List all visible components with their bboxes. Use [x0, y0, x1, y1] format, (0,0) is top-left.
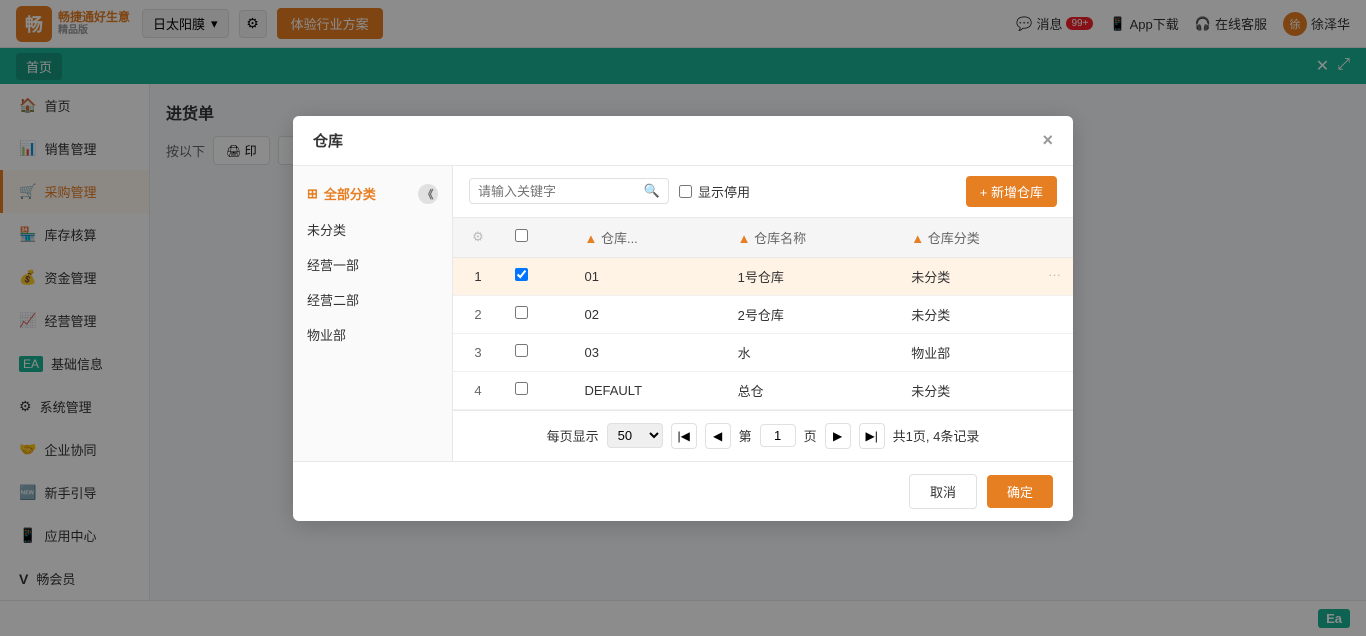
next-page-button[interactable]: ▶ — [825, 423, 851, 449]
modal-toolbar: 🔍 显示停用 + 新增仓库 — [453, 166, 1073, 218]
modal-table: ⚙ ▲ 仓库... ▲ 仓库名称 ▲ 仓库分类 1 01 — [453, 218, 1073, 410]
th-category: ▲ 仓库分类 — [899, 218, 1073, 258]
row-checkbox[interactable] — [515, 306, 528, 319]
cancel-button[interactable]: 取消 — [909, 474, 977, 509]
th-settings: ⚙ — [453, 218, 503, 258]
warehouse-modal: 仓库 × ⊞ 全部分类 《 未分类 经营一部 经营二部 物业部 — [293, 116, 1073, 521]
row-checkbox[interactable] — [515, 268, 528, 281]
page-input[interactable] — [760, 424, 796, 447]
row-check — [503, 257, 572, 295]
row-check — [503, 333, 572, 371]
modal-category-property[interactable]: 物业部 — [293, 317, 452, 352]
modal-sidebar: ⊞ 全部分类 《 未分类 经营一部 经营二部 物业部 — [293, 166, 453, 461]
modal-footer: 取消 确定 — [293, 461, 1073, 521]
modal-category-unclassified[interactable]: 未分类 — [293, 212, 452, 247]
row-name: 2号仓库 — [726, 295, 900, 333]
th-name: ▲ 仓库名称 — [726, 218, 900, 258]
row-code: 01 — [572, 257, 725, 295]
modal-title: 仓库 — [313, 130, 343, 151]
search-input[interactable] — [478, 184, 638, 199]
modal-category-ops2[interactable]: 经营二部 — [293, 282, 452, 317]
row-num: 2 — [453, 295, 503, 333]
all-categories-label: 全部分类 — [324, 184, 376, 203]
page-di-label: 第 — [739, 426, 752, 445]
th-check — [503, 218, 572, 258]
page-size-label: 每页显示 — [547, 426, 599, 445]
table-row[interactable]: 4 DEFAULT 总仓 未分类 — [453, 371, 1073, 409]
modal-close-button[interactable]: × — [1042, 131, 1053, 149]
row-num: 3 — [453, 333, 503, 371]
row-code: 03 — [572, 333, 725, 371]
modal-main: 🔍 显示停用 + 新增仓库 ⚙ — [453, 166, 1073, 461]
show-disabled-checkbox[interactable] — [679, 185, 692, 198]
row-category: 物业部 — [899, 333, 1073, 371]
row-num: 4 — [453, 371, 503, 409]
row-code: 02 — [572, 295, 725, 333]
show-disabled-label: 显示停用 — [679, 182, 750, 201]
table-row[interactable]: 3 03 水 物业部 — [453, 333, 1073, 371]
row-name: 1号仓库 — [726, 257, 900, 295]
table-header-row: ⚙ ▲ 仓库... ▲ 仓库名称 ▲ 仓库分类 — [453, 218, 1073, 258]
row-check — [503, 371, 572, 409]
select-all-checkbox[interactable] — [515, 229, 528, 242]
row-num: 1 — [453, 257, 503, 295]
confirm-button[interactable]: 确定 — [987, 475, 1053, 508]
modal-category-ops1[interactable]: 经营一部 — [293, 247, 452, 282]
search-icon: 🔍 — [644, 183, 660, 199]
row-category: 未分类 ··· — [899, 257, 1073, 295]
collapse-button[interactable]: 《 — [418, 184, 438, 204]
table-row[interactable]: 1 01 1号仓库 未分类 ··· — [453, 257, 1073, 295]
prev-page-button[interactable]: ◀ — [705, 423, 731, 449]
row-category: 未分类 — [899, 295, 1073, 333]
row-check — [503, 295, 572, 333]
total-info: 共1页, 4条记录 — [893, 426, 980, 445]
warehouse-table: ⚙ ▲ 仓库... ▲ 仓库名称 ▲ 仓库分类 1 01 — [453, 218, 1073, 410]
modal-body: ⊞ 全部分类 《 未分类 经营一部 经营二部 物业部 🔍 — [293, 166, 1073, 461]
modal-sidebar-header: ⊞ 全部分类 《 — [293, 176, 452, 212]
grid-icon: ⊞ — [307, 186, 318, 202]
first-page-button[interactable]: |◀ — [671, 423, 697, 449]
row-checkbox[interactable] — [515, 344, 528, 357]
modal-header: 仓库 × — [293, 116, 1073, 166]
row-code: DEFAULT — [572, 371, 725, 409]
th-code: ▲ 仓库... — [572, 218, 725, 258]
show-disabled-text: 显示停用 — [698, 182, 750, 201]
last-page-button[interactable]: ▶| — [859, 423, 885, 449]
modal-overlay: 仓库 × ⊞ 全部分类 《 未分类 经营一部 经营二部 物业部 — [0, 0, 1366, 636]
add-warehouse-button[interactable]: + 新增仓库 — [966, 176, 1057, 207]
row-name: 总仓 — [726, 371, 900, 409]
row-category: 未分类 — [899, 371, 1073, 409]
modal-pagination: 每页显示 50 100 |◀ ◀ 第 页 ▶ ▶| 共1页, 4条记录 — [453, 410, 1073, 461]
table-row[interactable]: 2 02 2号仓库 未分类 — [453, 295, 1073, 333]
page-size-select[interactable]: 50 100 — [607, 423, 663, 448]
row-name: 水 — [726, 333, 900, 371]
page-label: 页 — [804, 426, 817, 445]
row-checkbox[interactable] — [515, 382, 528, 395]
search-box: 🔍 — [469, 178, 669, 204]
